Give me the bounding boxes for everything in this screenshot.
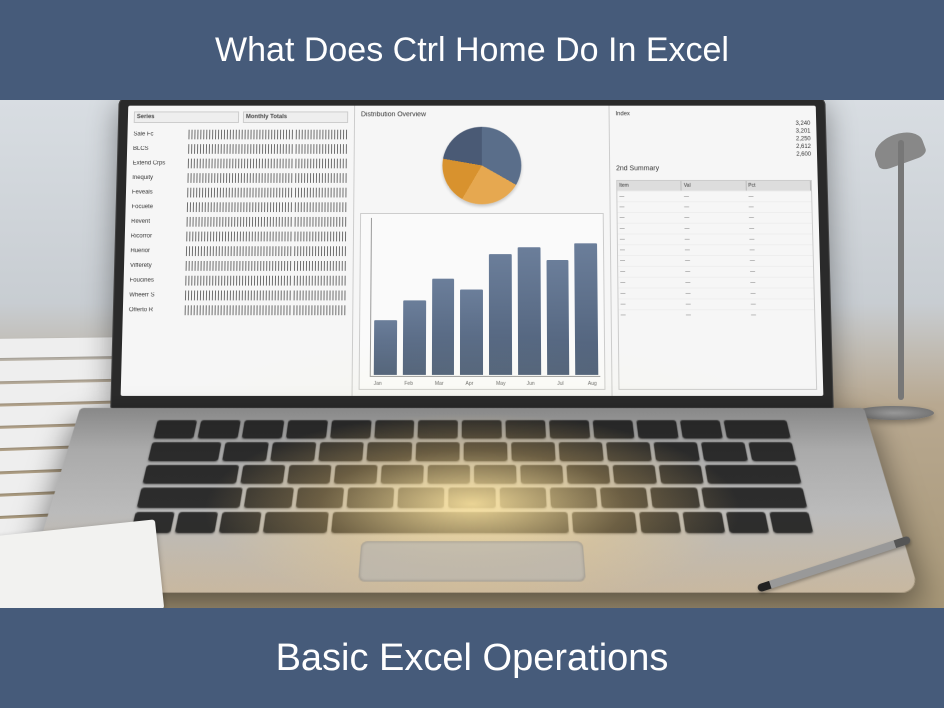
table-row: Revent (131, 214, 347, 229)
table-row: ——— (618, 266, 813, 277)
laptop-screen-bezel: Series Monthly Totals Sale FcBLCSExtend … (110, 100, 834, 410)
illustration-photo: Series Monthly Totals Sale FcBLCSExtend … (0, 100, 944, 608)
chart-section-title: Distribution Overview (361, 111, 603, 118)
charts-pane: Distribution Overview JanFebMarAprMayJun… (353, 106, 613, 396)
table-row: ——— (618, 277, 813, 288)
th: Val (682, 181, 747, 191)
table-row: ——— (618, 298, 814, 309)
category-banner: Basic Excel Operations (0, 608, 944, 708)
table-row: ——— (617, 201, 811, 212)
right-label: Index (615, 111, 630, 117)
table-row: ——— (618, 212, 812, 223)
table-row: Foucines (129, 273, 346, 288)
table-row: ——— (618, 244, 813, 255)
bar (489, 254, 512, 375)
summary-value: 2,600 (796, 152, 811, 158)
table-row: Huerior (130, 243, 347, 258)
right-table-title: 2nd Summary (616, 165, 812, 172)
th: Item (617, 181, 682, 191)
table-row: Vifferety (130, 258, 347, 273)
bar (460, 289, 483, 375)
col-header: Series (134, 111, 239, 123)
table-row: ——— (619, 309, 815, 320)
title-text: What Does Ctrl Home Do In Excel (215, 31, 729, 70)
title-banner: What Does Ctrl Home Do In Excel (0, 0, 944, 100)
bar (574, 243, 598, 375)
summary-value: 2,612 (796, 144, 811, 150)
category-text: Basic Excel Operations (276, 637, 669, 680)
keyboard (131, 420, 814, 533)
table-row: Ricorror (131, 229, 347, 244)
summary-numbers: 3,240 3,2012,250 2,612 2,600 (616, 121, 812, 158)
bar-chart: JanFebMarAprMayJunJulAug (359, 213, 606, 390)
table-row: Wheerr S (129, 288, 346, 303)
summary-pane: Index 3,240 3,2012,250 2,612 2,600 2nd Summ… (609, 106, 823, 396)
laptop-mockup: Series Monthly Totals Sale FcBLCSExtend … (85, 100, 860, 601)
bar (403, 300, 426, 375)
table-row: Sale Fc (133, 127, 348, 141)
table-row: BLCS (133, 141, 348, 155)
table-row: ——— (617, 191, 811, 202)
notebook-prop (0, 519, 164, 608)
table-row: Focuete (131, 199, 347, 214)
pie-chart (360, 122, 604, 209)
bar (517, 248, 540, 375)
summary-value: 3,240 (795, 121, 810, 127)
table-row: Extend Crps (132, 156, 347, 171)
table-row: Offerto R (129, 302, 347, 317)
table-row: ——— (618, 234, 813, 245)
desk-lamp-prop (854, 140, 934, 420)
table-row: ——— (618, 223, 812, 234)
bar (546, 260, 569, 375)
bar (374, 320, 397, 375)
summary-value: 2,250 (796, 136, 811, 142)
col-header: Monthly Totals (243, 111, 348, 123)
excel-screenshot: Series Monthly Totals Sale FcBLCSExtend … (121, 106, 824, 396)
th: Pct (746, 181, 811, 191)
table-row: Feveals (132, 185, 348, 200)
spreadsheet-left-columns: Series Monthly Totals Sale FcBLCSExtend … (121, 106, 355, 396)
table-row: ——— (618, 288, 813, 299)
tutorial-card: What Does Ctrl Home Do In Excel Series M… (0, 0, 944, 708)
bar (431, 278, 454, 375)
summary-value: 3,201 (796, 129, 811, 135)
trackpad (358, 541, 586, 581)
table-row: Inequity (132, 170, 348, 185)
table-row: ——— (618, 255, 813, 266)
summary-table: Item Val Pct ———————————————————————————… (616, 180, 817, 390)
